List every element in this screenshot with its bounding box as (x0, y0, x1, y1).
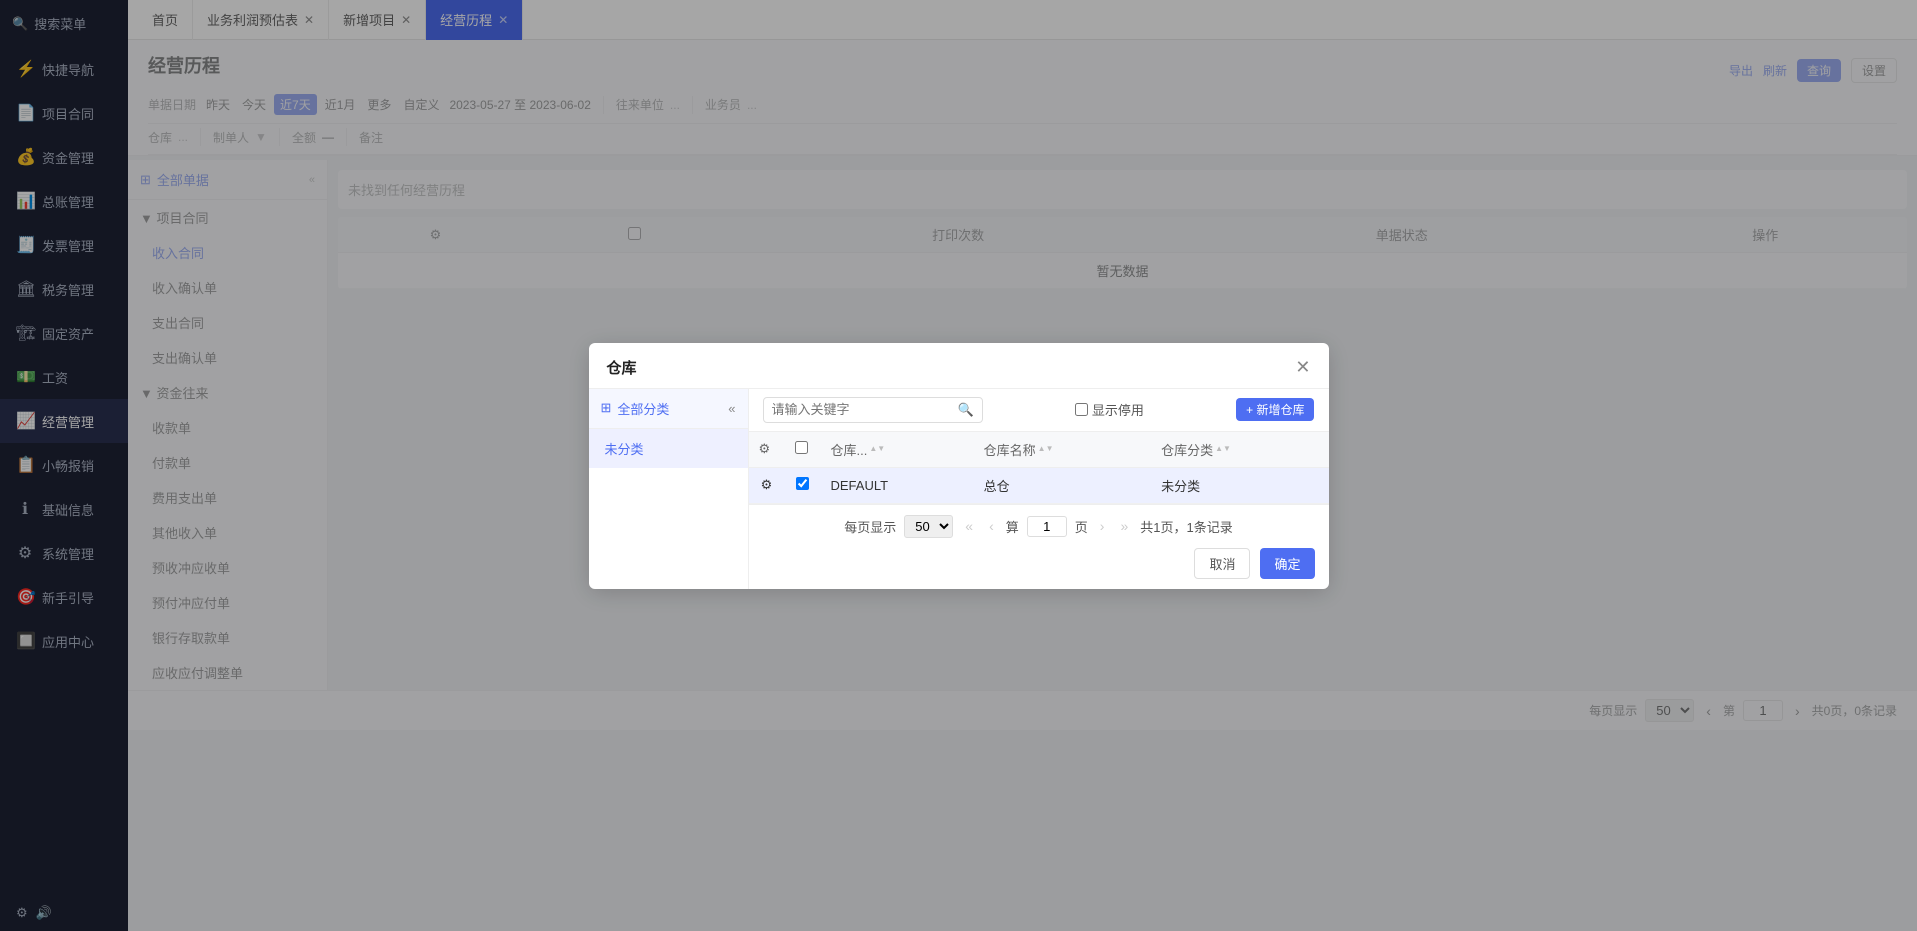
modal-select-all[interactable] (795, 441, 808, 454)
modal-toolbar: 🔍 显示停用 + 新增仓库 (749, 389, 1329, 432)
modal-footer: 每页显示 50 « ‹ 算 页 › » 共1页，1条记录 (749, 504, 1329, 589)
show-disabled-option: 显示停用 (1075, 400, 1144, 419)
all-categories-label: 全部分类 (617, 399, 669, 418)
page-size-label: 每页显示 (844, 517, 896, 536)
col-name-header: 仓库名称 ▲▼ (974, 432, 1151, 468)
modal-close-button[interactable]: ✕ (1295, 357, 1310, 378)
modal-title: 仓库 (607, 357, 637, 378)
sidebar-collapse-icon[interactable]: « (728, 401, 735, 416)
col-category-header: 仓库分类 ▲▼ (1151, 432, 1328, 468)
modal-overlay: 仓库 ✕ ⊞ 全部分类 « 未分类 (0, 0, 1917, 931)
row-checkbox[interactable] (796, 477, 809, 490)
modal-page-size-select[interactable]: 50 (904, 515, 953, 538)
total-pages-info: 共1页，1条记录 (1140, 517, 1232, 536)
last-page-btn[interactable]: » (1116, 516, 1132, 536)
col-gear-header: ⚙ (749, 432, 785, 468)
pagination: 每页显示 50 « ‹ 算 页 › » 共1页，1条记录 (763, 515, 1315, 538)
col-check-header (785, 432, 821, 468)
row-category: 未分类 (1151, 467, 1328, 503)
show-disabled-label: 显示停用 (1092, 400, 1144, 419)
col-code-header: 仓库... ▲▼ (821, 432, 974, 468)
modal-next-btn[interactable]: › (1096, 516, 1109, 536)
first-page-btn[interactable]: « (961, 516, 977, 536)
category-list: 未分类 (589, 429, 748, 589)
cancel-button[interactable]: 取消 (1194, 548, 1250, 579)
uncategorized-item[interactable]: 未分类 (589, 429, 748, 468)
modal-search-box: 🔍 (763, 397, 983, 423)
of-page-label: 页 (1075, 517, 1088, 536)
modal-page-input[interactable] (1027, 516, 1067, 537)
confirm-button[interactable]: 确定 (1260, 548, 1314, 579)
modal-search-input[interactable] (772, 402, 952, 417)
modal-main: 🔍 显示停用 + 新增仓库 ⚙ (749, 389, 1329, 589)
modal-table: ⚙ 仓库... ▲▼ 仓库名称 (749, 432, 1329, 504)
row-name: 总仓 (974, 467, 1151, 503)
show-disabled-checkbox[interactable] (1075, 403, 1088, 416)
modal-sidebar: ⊞ 全部分类 « 未分类 (589, 389, 749, 589)
modal-actions: 取消 确定 (763, 548, 1315, 579)
modal-body: ⊞ 全部分类 « 未分类 🔍 显示停用 (589, 389, 1329, 589)
modal-all-categories[interactable]: ⊞ 全部分类 « (589, 389, 748, 429)
code-sort-icon: ▲▼ (869, 445, 885, 453)
warehouse-table: ⚙ 仓库... ▲▼ 仓库名称 (749, 432, 1329, 504)
row-code: DEFAULT (821, 467, 974, 503)
row-check[interactable] (785, 467, 821, 503)
category-sort-icon: ▲▼ (1215, 445, 1231, 453)
add-warehouse-button[interactable]: + 新增仓库 (1236, 398, 1314, 421)
grid-icon: ⊞ (601, 400, 612, 416)
name-sort-icon: ▲▼ (1038, 445, 1054, 453)
row-gear: ⚙ (749, 467, 785, 503)
modal-header: 仓库 ✕ (589, 343, 1329, 389)
modal-prev-btn[interactable]: ‹ (985, 516, 998, 536)
search-icon: 🔍 (958, 402, 974, 418)
table-row[interactable]: ⚙ DEFAULT 总仓 未分类 (749, 467, 1329, 503)
page-word: 算 (1006, 517, 1019, 536)
warehouse-modal: 仓库 ✕ ⊞ 全部分类 « 未分类 (589, 343, 1329, 589)
